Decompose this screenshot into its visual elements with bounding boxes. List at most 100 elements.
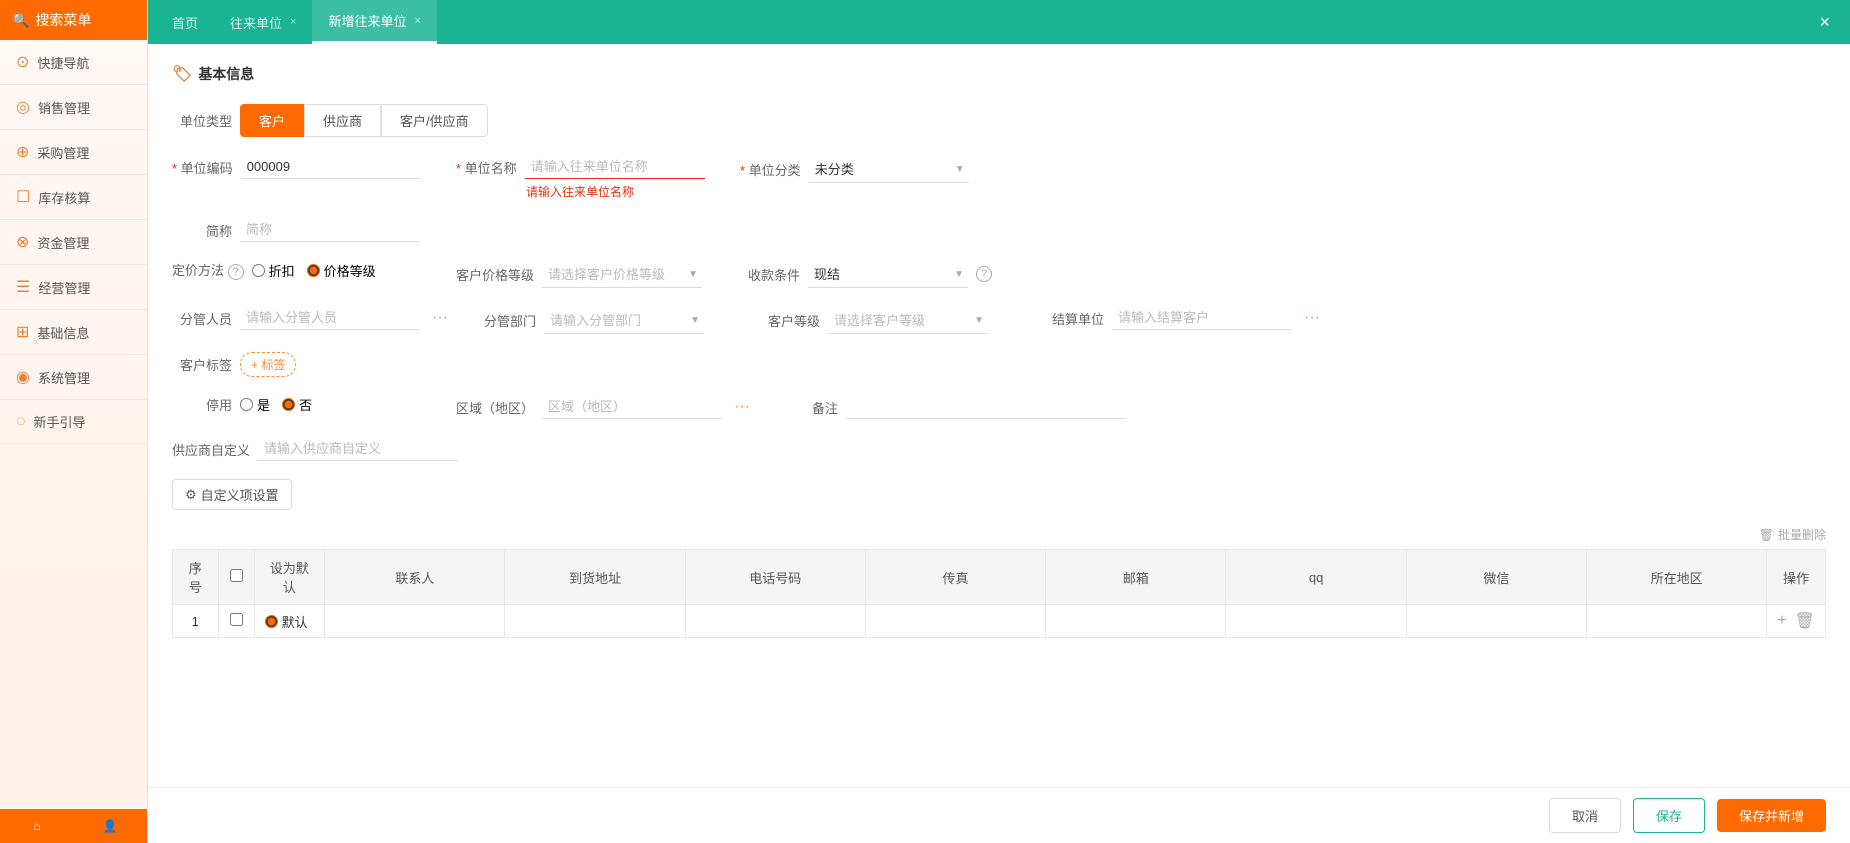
customer-price-group: 客户价格等级 请选择客户价格等级 ▼ (456, 260, 716, 288)
save-and-new-button[interactable]: 保存并新增 (1717, 799, 1826, 832)
batch-delete-icon: 🗑 (1759, 528, 1774, 542)
payment-terms-display[interactable]: 现结 (808, 260, 968, 288)
pricing-radio-discount-input[interactable] (252, 264, 265, 277)
department-display[interactable]: 请输入分管部门 (544, 306, 704, 334)
row-default-radio[interactable] (265, 615, 278, 628)
footer-user-btn[interactable]: 👤 (74, 809, 148, 843)
type-btn-customer[interactable]: 客户 (240, 104, 304, 137)
search-menu-button[interactable]: 🔍 搜索菜单 (0, 0, 147, 40)
pricing-method-group: 定价方法 ? 折扣 价格等级 (172, 260, 432, 280)
pricing-radio-discount[interactable]: 折扣 (252, 261, 295, 280)
sales-icon: ◎ (16, 97, 30, 117)
row-contact-input[interactable] (335, 614, 494, 629)
tab-partners[interactable]: 往来单位 × (214, 0, 312, 44)
remark-label: 备注 (778, 398, 838, 417)
table-row: 1 默认 (173, 605, 1826, 638)
disabled-radio-yes-input[interactable] (240, 398, 253, 411)
tag-add-button[interactable]: + 标签 (240, 352, 296, 377)
pricing-radio-group: 折扣 价格等级 (252, 261, 376, 280)
type-btn-both[interactable]: 客户/供应商 (381, 104, 488, 137)
customer-price-display[interactable]: 请选择客户价格等级 (542, 260, 702, 288)
manager-input[interactable] (240, 306, 420, 330)
sidebar-item-inventory[interactable]: ☐ 库存核算 (0, 175, 147, 220)
tag-label: 客户标签 (172, 355, 232, 374)
tab-home[interactable]: 首页 (156, 0, 214, 44)
inventory-icon: ☐ (16, 187, 30, 207)
sidebar-item-sales[interactable]: ◎ 销售管理 (0, 85, 147, 130)
row-email-input[interactable] (1056, 614, 1215, 629)
finance-icon: ⊗ (16, 232, 29, 252)
row-delete-button[interactable]: 🗑 (1795, 611, 1815, 631)
disabled-radio-no-input[interactable] (282, 398, 295, 411)
remark-input[interactable] (846, 395, 1126, 419)
td-contact (325, 605, 505, 638)
close-all-tabs-button[interactable]: × (1807, 12, 1842, 33)
custom-settings-button[interactable]: ⚙ 自定义项设置 (172, 479, 292, 510)
pricing-radio-price-level[interactable]: 价格等级 (307, 261, 376, 280)
row-checkbox[interactable] (230, 613, 243, 626)
th-wechat: 微信 (1406, 550, 1586, 605)
tab-partners-label: 往来单位 (230, 13, 282, 32)
sidebar-item-label: 系统管理 (38, 368, 90, 387)
tab-new-partner-close[interactable]: × (414, 15, 420, 27)
customer-price-select-wrap: 请选择客户价格等级 ▼ (542, 260, 702, 288)
sidebar-item-purchase[interactable]: ⊕ 采购管理 (0, 130, 147, 175)
disabled-row: 停用 是 否 区域（地区） ··· 备注 (172, 395, 1826, 419)
tab-partners-close[interactable]: × (290, 16, 296, 28)
row-wechat-input[interactable] (1417, 614, 1576, 629)
tab-new-partner[interactable]: 新增往来单位 × (312, 0, 436, 44)
row-phone-input[interactable] (696, 614, 855, 629)
tag-group: 客户标签 + 标签 (172, 352, 432, 377)
quick-nav-icon: ⊙ (16, 52, 29, 72)
disabled-radio-yes[interactable]: 是 (240, 395, 270, 414)
td-default: 默认 (254, 605, 325, 638)
th-action: 操作 (1767, 550, 1826, 605)
abbr-input[interactable] (240, 218, 420, 242)
sidebar-item-new-guide[interactable]: ◌ 新手引导 (0, 400, 147, 444)
type-btn-supplier[interactable]: 供应商 (304, 104, 381, 137)
unit-category-display[interactable]: 未分类 (809, 155, 969, 183)
unit-name-label: 单位名称 (456, 158, 517, 177)
sidebar-item-basic-info[interactable]: ⊞ 基础信息 (0, 310, 147, 355)
unit-type-group: 单位类型 客户 供应商 客户/供应商 (172, 104, 488, 137)
batch-delete-button[interactable]: 🗑 批量删除 (1759, 526, 1826, 543)
unit-category-group: 单位分类 未分类 ▼ (740, 155, 1000, 183)
unit-code-input[interactable] (241, 155, 421, 179)
row-fax-input[interactable] (876, 614, 1035, 629)
settlement-input[interactable] (1112, 306, 1292, 330)
sidebar-item-finance[interactable]: ⊗ 资金管理 (0, 220, 147, 265)
sidebar-item-system[interactable]: ◉ 系统管理 (0, 355, 147, 400)
disabled-radio-group: 是 否 (240, 395, 312, 414)
save-button[interactable]: 保存 (1633, 798, 1705, 833)
footer-home-btn[interactable]: ⌂ (0, 809, 74, 843)
system-icon: ◉ (16, 367, 30, 387)
sidebar-item-quick-nav[interactable]: ⊙ 快捷导航 (0, 40, 147, 85)
pricing-help-icon[interactable]: ? (228, 264, 244, 280)
row-region-input[interactable] (1597, 614, 1756, 629)
payment-terms-group: 收款条件 现结 ▼ ? (740, 260, 1000, 288)
th-phone: 电话号码 (685, 550, 865, 605)
settlement-more-btn[interactable]: ··· (1300, 309, 1324, 327)
cancel-button[interactable]: 取消 (1549, 798, 1621, 833)
batch-delete-label: 批量删除 (1778, 526, 1826, 543)
table-select-all-checkbox[interactable] (230, 569, 243, 582)
unit-info-row: 单位编码 单位名称 请输入往来单位名称 单位分类 未分类 ▼ (172, 155, 1826, 200)
supplier-custom-input[interactable] (258, 437, 458, 461)
row-qq-input[interactable] (1236, 614, 1395, 629)
footer-bar: 取消 保存 保存并新增 (148, 787, 1850, 843)
unit-name-input[interactable] (525, 155, 705, 179)
pricing-radio-price-level-input[interactable] (307, 264, 320, 277)
region-more-btn[interactable]: ··· (730, 398, 754, 416)
row-default-radio-label[interactable]: 默认 (265, 612, 315, 631)
manager-more-btn[interactable]: ··· (428, 309, 452, 327)
disabled-radio-no[interactable]: 否 (282, 395, 312, 414)
region-input[interactable] (542, 395, 722, 419)
row-address-input[interactable] (515, 614, 674, 629)
department-select-wrap: 请输入分管部门 ▼ (544, 306, 704, 334)
customer-level-display[interactable]: 请选择客户等级 (828, 306, 988, 334)
th-qq: qq (1226, 550, 1406, 605)
row-add-button[interactable]: + (1777, 612, 1786, 630)
sidebar-item-operations[interactable]: ☰ 经营管理 (0, 265, 147, 310)
tab-new-partner-label: 新增往来单位 (328, 11, 406, 30)
payment-terms-help-icon[interactable]: ? (976, 266, 992, 282)
